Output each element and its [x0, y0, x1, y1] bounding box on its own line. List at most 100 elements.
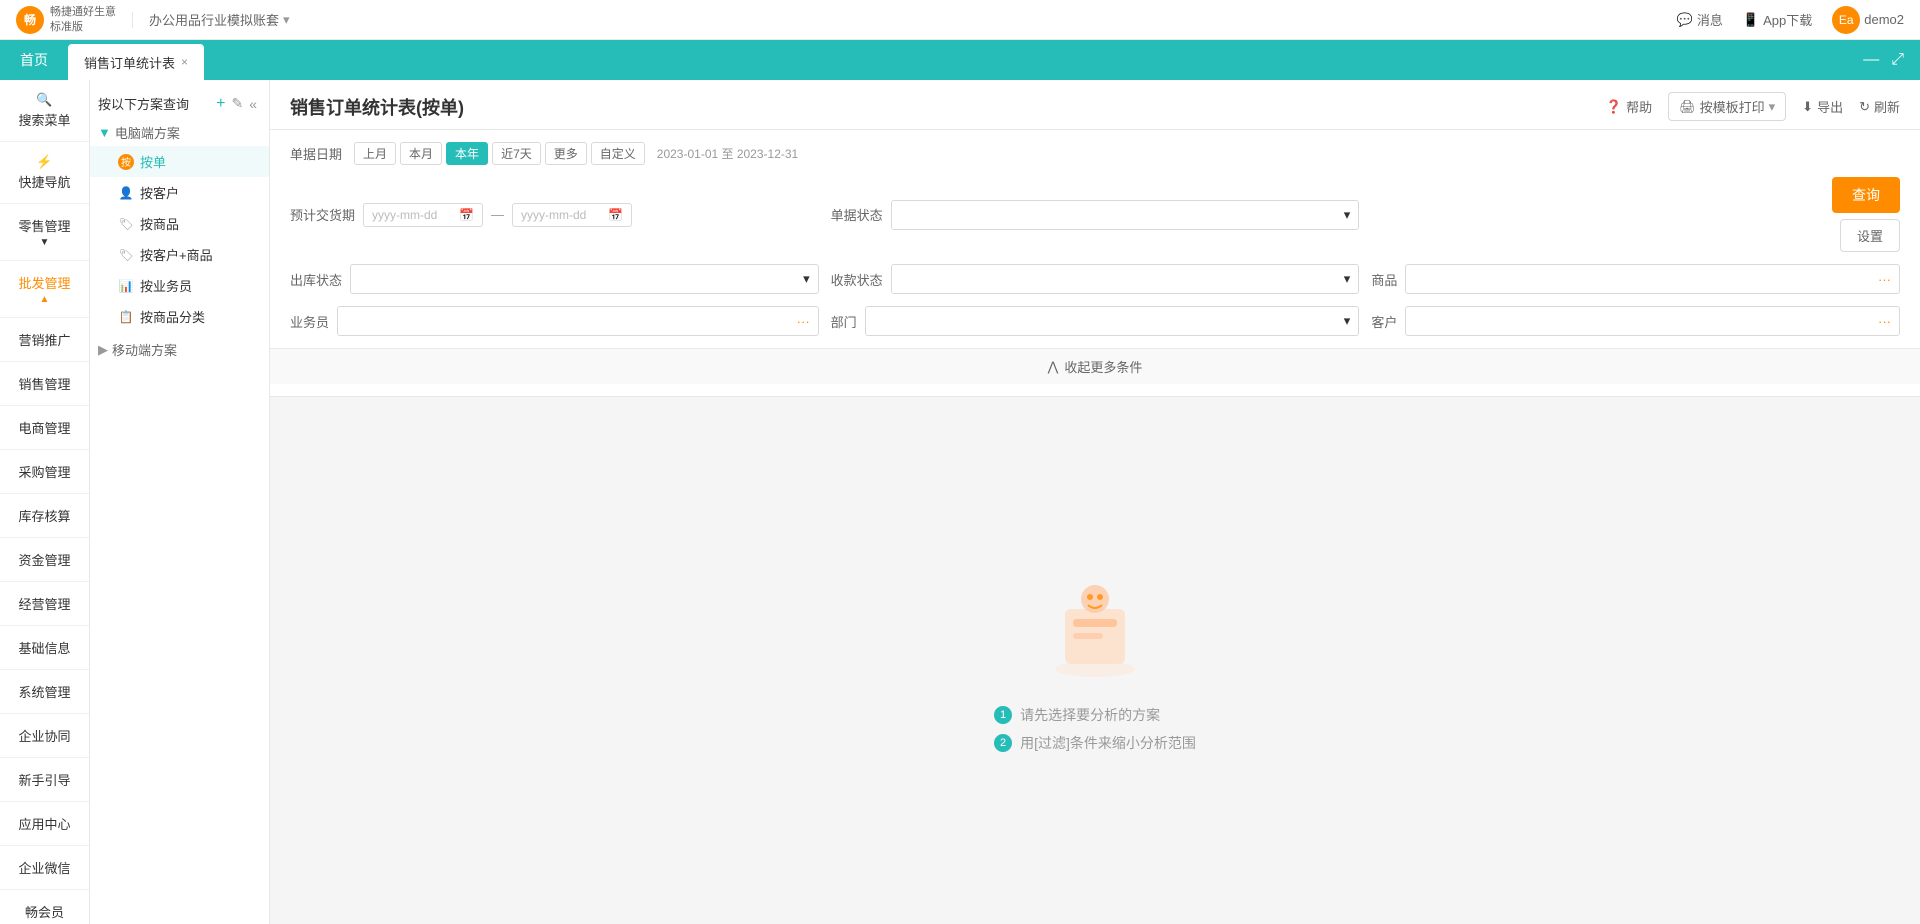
chevron-right-icon: ▶: [98, 342, 108, 358]
customer-ellipsis-icon: ···: [1878, 314, 1891, 329]
mobile-scheme-section: ▶ 移动端方案: [90, 336, 269, 363]
ship-status-select[interactable]: ▾: [350, 264, 819, 294]
print-icon: 🖨: [1679, 99, 1696, 115]
ship-select-arrow-icon: ▾: [803, 271, 810, 287]
window-maximize-button[interactable]: ⤢: [1891, 51, 1904, 69]
add-scheme-button[interactable]: +: [216, 95, 225, 113]
goods-filter: 商品 ···: [1371, 264, 1900, 294]
sidebar-item-ecommerce[interactable]: 电商管理: [0, 406, 89, 450]
content-area: 按以下方案查询 + ✎ « ▼ 电脑端方案 按 按单 👤 按: [90, 80, 1920, 924]
refresh-button[interactable]: ↻ 刷新: [1859, 97, 1900, 116]
sidebar-item-purchase[interactable]: 采购管理: [0, 450, 89, 494]
sidebar-item-member[interactable]: 畅会员: [0, 890, 89, 924]
search-icon: 🔍: [36, 92, 52, 108]
sidebar-item-sales[interactable]: 销售管理: [0, 362, 89, 406]
date-range-display: 2023-01-01 至 2023-12-31: [657, 145, 798, 162]
scheme-item-by-salesperson[interactable]: 📊 按业务员: [90, 270, 269, 301]
sidebar-item-basic-info[interactable]: 基础信息: [0, 626, 89, 670]
sidebar-item-app-center[interactable]: 应用中心: [0, 802, 89, 846]
collapse-panel-button[interactable]: «: [249, 96, 257, 112]
nav-icon: ⚡: [36, 154, 52, 170]
empty-state: 1 请先选择要分析的方案 2 用[过滤]条件来缩小分析范围: [270, 397, 1920, 924]
salesperson-select[interactable]: ···: [337, 306, 819, 336]
expected-date-start-input[interactable]: yyyy-mm-dd 📅: [363, 203, 483, 227]
empty-svg: [1035, 569, 1155, 689]
page-actions: ❓ 帮助 🖨 按模板打印 ▾ ⬇ 导出 ↻ 刷新: [1606, 92, 1900, 121]
combo-icon: 🏷: [118, 247, 134, 263]
empty-tip-1: 1 请先选择要分析的方案: [994, 705, 1196, 725]
window-minimize-button[interactable]: —: [1863, 51, 1879, 69]
date-label: 单据日期: [290, 144, 342, 163]
export-button[interactable]: ⬇ 导出: [1802, 97, 1843, 116]
help-button[interactable]: ❓ 帮助: [1606, 97, 1652, 116]
page-title: 销售订单统计表(按单): [290, 94, 464, 120]
last-month-btn[interactable]: 上月: [354, 142, 396, 165]
sidebar-item-finance[interactable]: 资金管理: [0, 538, 89, 582]
dept-select[interactable]: ▾: [865, 306, 1360, 336]
sidebar-item-wholesale[interactable]: 批发管理 ▲: [0, 261, 89, 318]
goods-select[interactable]: ···: [1405, 264, 1900, 294]
sidebar-item-guide[interactable]: 新手引导: [0, 758, 89, 802]
sidebar-item-marketing[interactable]: 营销推广: [0, 318, 89, 362]
sidebar-item-enterprise[interactable]: 企业协同: [0, 714, 89, 758]
main-layout: 🔍 搜索菜单 ⚡ 快捷导航 零售管理 ▼ 批发管理 ▲ 营销推广 销售管理 电商…: [0, 80, 1920, 924]
mobile-scheme-header[interactable]: ▶ 移动端方案: [90, 336, 269, 363]
sidebar-item-search[interactable]: 🔍 搜索菜单: [0, 80, 89, 142]
left-panel-actions: + ✎ «: [216, 95, 257, 113]
chevron-down-icon: ▼: [98, 125, 111, 140]
message-button[interactable]: 💬 消息: [1677, 10, 1723, 29]
last7-btn[interactable]: 近7天: [492, 142, 541, 165]
setting-button[interactable]: 设置: [1840, 219, 1900, 252]
ship-status-filter: 出库状态 ▾: [290, 264, 819, 294]
pc-scheme-header[interactable]: ▼ 电脑端方案: [90, 119, 269, 146]
calendar-end-icon: 📅: [608, 208, 623, 222]
refresh-icon: ↻: [1859, 99, 1870, 115]
scheme-item-by-customer[interactable]: 👤 按客户: [90, 177, 269, 208]
customer-icon: 👤: [118, 185, 134, 201]
bill-status-select[interactable]: ▾: [891, 200, 1360, 230]
sidebar-item-quick-nav[interactable]: ⚡ 快捷导航: [0, 142, 89, 204]
tab-home[interactable]: 首页: [0, 40, 68, 80]
avatar: Ea: [1832, 6, 1860, 34]
breadcrumb[interactable]: 办公用品行业模拟账套 ▾: [149, 10, 290, 29]
sidebar-item-wechat[interactable]: 企业微信: [0, 846, 89, 890]
tab-close-icon[interactable]: ×: [181, 55, 188, 69]
date-shortcuts: 上月 本月 本年 近7天 更多 自定义: [354, 142, 645, 165]
customer-select[interactable]: ···: [1405, 306, 1900, 336]
scheme-item-by-category[interactable]: 📋 按商品分类: [90, 301, 269, 332]
tab-sales-order-stats[interactable]: 销售订单统计表 ×: [68, 44, 204, 80]
sidebar-item-inventory[interactable]: 库存核算: [0, 494, 89, 538]
select-arrow-icon: ▾: [1344, 207, 1351, 223]
sidebar-item-management[interactable]: 经营管理: [0, 582, 89, 626]
calendar-icon: 📅: [459, 208, 474, 222]
user-area[interactable]: Ea demo2: [1832, 6, 1904, 34]
this-month-btn[interactable]: 本月: [400, 142, 442, 165]
sidebar-item-system[interactable]: 系统管理: [0, 670, 89, 714]
sidebar-item-retail[interactable]: 零售管理 ▼: [0, 204, 89, 261]
custom-btn[interactable]: 自定义: [591, 142, 645, 165]
this-year-btn[interactable]: 本年: [446, 142, 488, 165]
receipt-status-select[interactable]: ▾: [891, 264, 1360, 294]
print-button[interactable]: 🖨 按模板打印 ▾: [1668, 92, 1786, 121]
bill-status-filter: 单据状态 ▾: [831, 200, 1360, 230]
expected-date-end-input[interactable]: yyyy-mm-dd 📅: [512, 203, 632, 227]
scheme-item-by-order[interactable]: 按 按单: [90, 146, 269, 177]
left-panel: 按以下方案查询 + ✎ « ▼ 电脑端方案 按 按单 👤 按: [90, 80, 270, 924]
tab-bar-actions: — ⤢: [1863, 51, 1904, 69]
scheme-item-by-goods[interactable]: 🏷 按商品: [90, 208, 269, 239]
chevron-up-icon: ▲: [40, 294, 50, 305]
tab-bar: 首页 销售订单统计表 × — ⤢: [0, 40, 1920, 80]
more-btn[interactable]: 更多: [545, 142, 587, 165]
collapse-filters-button[interactable]: ⋀ 收起更多条件: [270, 348, 1920, 384]
scheme-item-by-customer-goods[interactable]: 🏷 按客户+商品: [90, 239, 269, 270]
app-download-button[interactable]: 📱 App下载: [1743, 10, 1812, 29]
print-arrow-icon: ▾: [1769, 99, 1776, 115]
export-icon: ⬇: [1802, 99, 1813, 115]
message-icon: 💬: [1677, 12, 1693, 28]
help-icon: ❓: [1606, 99, 1622, 115]
goods-icon: 🏷: [118, 216, 134, 232]
query-button[interactable]: 查询: [1832, 177, 1900, 213]
edit-scheme-button[interactable]: ✎: [231, 95, 243, 112]
salesperson-filter: 业务员 ···: [290, 306, 819, 336]
collapse-icon: ⋀: [1048, 359, 1059, 375]
